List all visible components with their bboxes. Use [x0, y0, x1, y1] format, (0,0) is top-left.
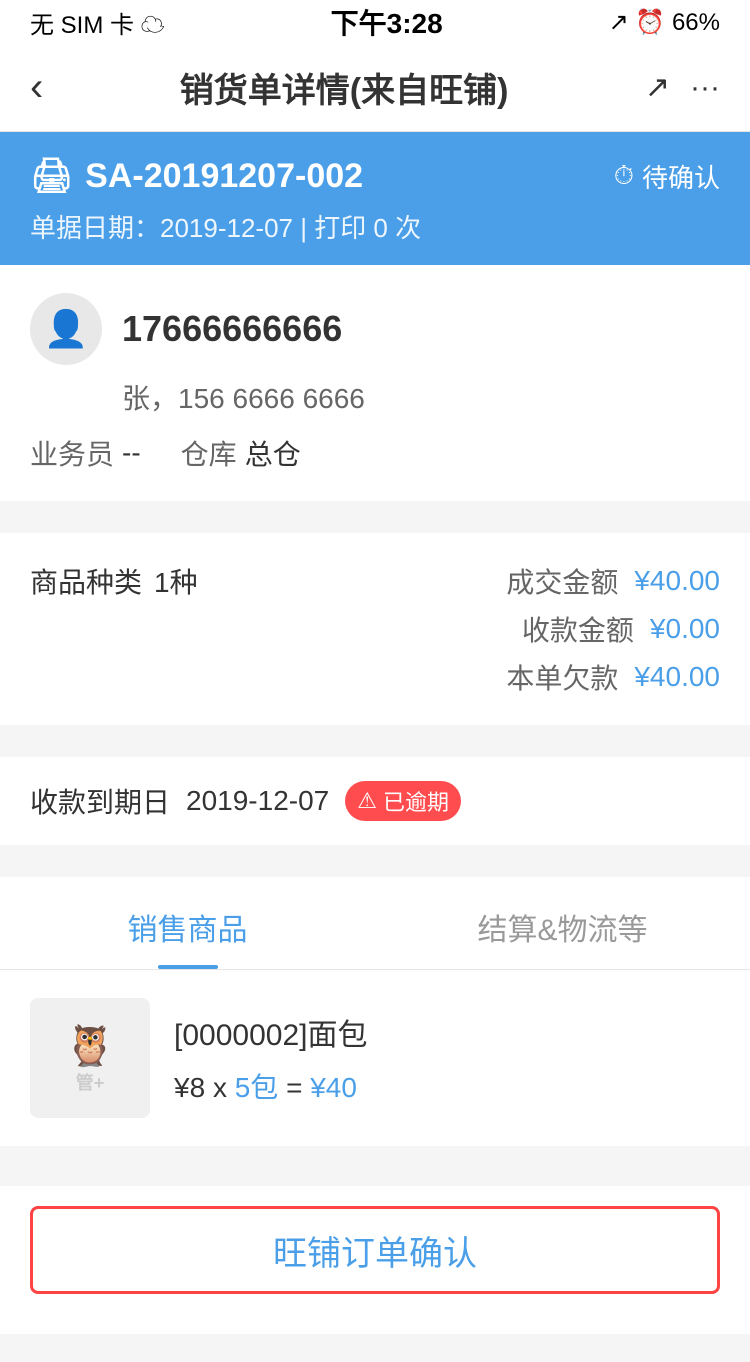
more-icon[interactable]: ··· — [690, 71, 720, 105]
customer-name: 张，156 6666 6666 — [30, 377, 720, 417]
amount-value-1: ¥0.00 — [650, 613, 720, 645]
status-time: 下午3:28 — [331, 2, 443, 42]
page-title: 销货单详情(来自旺铺) — [180, 63, 509, 112]
separator-1 — [0, 517, 750, 533]
nav-right-controls: ↗ ··· — [645, 70, 720, 105]
status-bar: 无 SIM 卡 ☁ 下午3:28 ↗ ⏰ 66% — [0, 0, 750, 44]
warehouse-label: 仓库 — [181, 433, 237, 473]
separator-3 — [0, 861, 750, 877]
signal-icons: ↗ ⏰ 66% — [609, 8, 720, 37]
amount-value-0: ¥40.00 — [634, 565, 720, 597]
product-name: [0000002]面包 — [174, 1010, 720, 1054]
order-header: 🖨 SA-20191207-002 ⏱ 待确认 单据日期：2019-12-07 … — [0, 132, 750, 265]
warehouse-value: 总仓 — [245, 433, 301, 473]
sim-status: 无 SIM 卡 ☁ — [30, 5, 165, 40]
order-status: ⏱ 待确认 — [614, 158, 720, 195]
product-item-0: 🦉 管+ [0000002]面包 ¥8 x 5包 = ¥40 — [0, 970, 750, 1146]
amount-label-1: 收款金额 — [522, 609, 634, 649]
nav-left-controls: ‹ — [30, 65, 43, 110]
avatar: 👤 — [30, 293, 102, 365]
product-code: [0000002] — [174, 1019, 307, 1052]
order-meta: 单据日期：2019-12-07 | 打印 0 次 — [30, 208, 720, 245]
tabs-bar: 销售商品 结算&物流等 — [0, 877, 750, 970]
status-text: 待确认 — [642, 158, 720, 195]
customer-top: 👤 17666666666 — [30, 293, 720, 365]
salesperson-label: 业务员 — [30, 433, 114, 473]
multiply-icon: x — [213, 1072, 235, 1103]
tab-products[interactable]: 销售商品 — [0, 877, 375, 969]
separator-2 — [0, 741, 750, 757]
overdue-icon: ⚠ — [357, 788, 377, 814]
product-thumb-text: 管+ — [76, 1069, 105, 1095]
customer-card: 👤 17666666666 张，156 6666 6666 业务员 -- 仓库 … — [0, 265, 750, 501]
total-price: ¥40 — [310, 1072, 357, 1103]
customer-phone: 17666666666 — [122, 308, 342, 350]
amount-row-2: 本单欠款 ¥40.00 — [506, 657, 720, 697]
summary-card: 商品种类 1种 成交金额 ¥40.00 收款金额 ¥0.00 本单欠款 ¥40.… — [0, 533, 750, 725]
amount-row-0: 成交金额 ¥40.00 — [506, 561, 720, 601]
status-clock-icon: ⏱ — [614, 160, 634, 192]
tab-settlement[interactable]: 结算&物流等 — [375, 877, 750, 969]
due-date-label: 收款到期日 — [30, 781, 170, 821]
amount-label-2: 本单欠款 — [506, 657, 618, 697]
back-button[interactable]: ‹ — [30, 65, 43, 110]
price-unit: ¥8 — [174, 1072, 205, 1103]
due-date-value: 2019-12-07 — [186, 785, 329, 817]
avatar-icon: 👤 — [44, 308, 89, 350]
overdue-text: 已逾期 — [383, 785, 449, 817]
amount-row-1: 收款金额 ¥0.00 — [522, 609, 720, 649]
order-id: 🖨 SA-20191207-002 — [30, 156, 363, 196]
amount-label-0: 成交金额 — [506, 561, 618, 601]
equals-sign: = — [286, 1072, 310, 1103]
product-name-text: 面包 — [307, 1019, 367, 1052]
due-date-card: 收款到期日 2019-12-07 ⚠ 已逾期 — [0, 757, 750, 845]
product-thumbnail: 🦉 管+ — [30, 998, 150, 1118]
product-types-label: 商品种类 — [30, 561, 142, 601]
status-left: 无 SIM 卡 ☁ — [30, 5, 165, 40]
warehouse-meta: 仓库 总仓 — [181, 433, 301, 473]
product-types: 商品种类 1种 — [30, 561, 198, 601]
product-price: ¥8 x 5包 = ¥40 — [174, 1066, 720, 1106]
product-types-value: 1种 — [154, 561, 198, 601]
confirm-order-button[interactable]: 旺铺订单确认 — [30, 1206, 720, 1294]
quantity: 5包 — [235, 1072, 279, 1103]
customer-meta: 业务员 -- 仓库 总仓 — [30, 433, 720, 473]
salesperson-meta: 业务员 -- — [30, 433, 141, 473]
bottom-bar: 旺铺订单确认 — [0, 1186, 750, 1334]
product-info: [0000002]面包 ¥8 x 5包 = ¥40 — [174, 1010, 720, 1106]
product-section: 🦉 管+ [0000002]面包 ¥8 x 5包 = ¥40 — [0, 970, 750, 1146]
nav-bar: ‹ 销货单详情(来自旺铺) ↗ ··· — [0, 44, 750, 132]
amounts-column: 成交金额 ¥40.00 收款金额 ¥0.00 本单欠款 ¥40.00 — [506, 561, 720, 697]
status-right: ↗ ⏰ 66% — [609, 8, 720, 37]
amount-value-2: ¥40.00 — [634, 661, 720, 693]
order-icon: 🖨 — [30, 156, 73, 196]
product-thumb-owl: 🦉 — [65, 1022, 115, 1069]
salesperson-value: -- — [122, 437, 141, 469]
order-id-text: SA-20191207-002 — [85, 157, 363, 196]
order-id-row: 🖨 SA-20191207-002 ⏱ 待确认 — [30, 156, 720, 196]
overdue-badge: ⚠ 已逾期 — [345, 781, 461, 821]
share-icon[interactable]: ↗ — [645, 70, 670, 105]
